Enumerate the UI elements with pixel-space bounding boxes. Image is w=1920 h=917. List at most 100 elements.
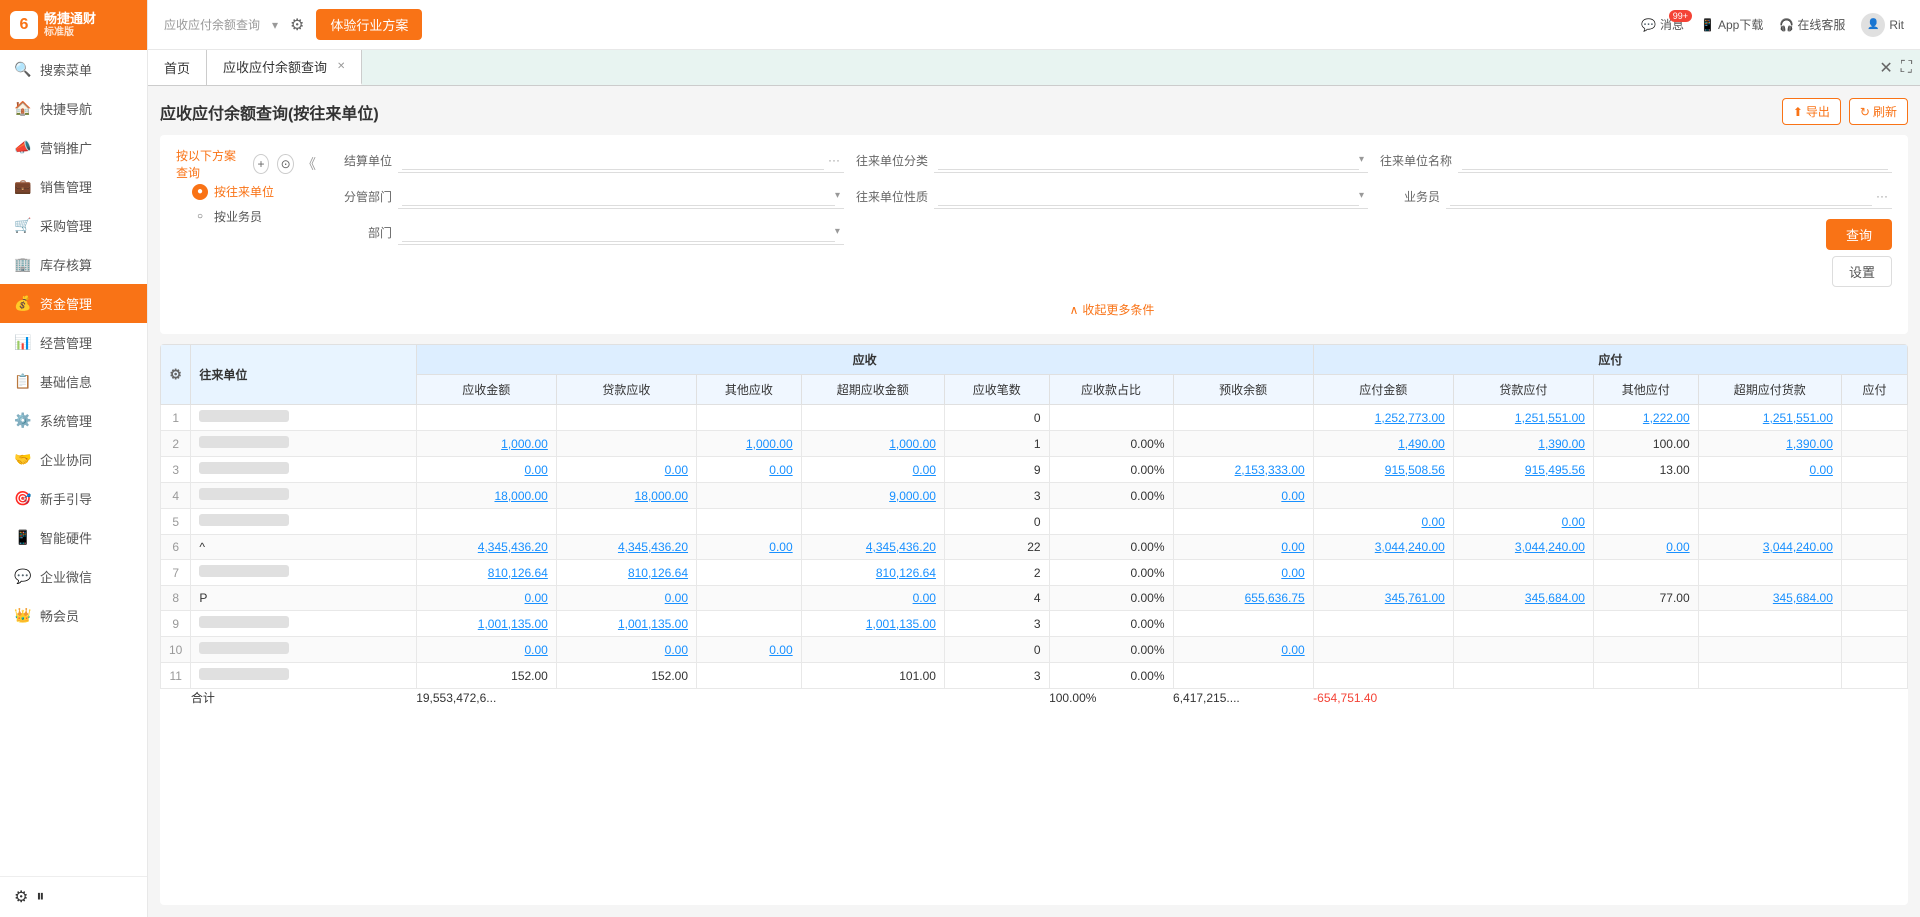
- cell-cqysje[interactable]: 1,001,135.00: [801, 611, 944, 637]
- topbar-gear[interactable]: ⚙: [290, 15, 304, 35]
- tab-expand-icon[interactable]: ⛶: [1901, 59, 1912, 77]
- dots-icon[interactable]: ···: [828, 153, 840, 167]
- cell-ysje[interactable]: 18,000.00: [416, 483, 556, 509]
- cell-ysye[interactable]: 2,153,333.00: [1173, 457, 1313, 483]
- cell-dkyf[interactable]: 915,495.56: [1453, 457, 1593, 483]
- table-gear-icon[interactable]: ⚙: [169, 366, 182, 382]
- sidebar-item-wechat[interactable]: 💬 企业微信: [0, 557, 147, 596]
- bumen-input[interactable]: [402, 221, 835, 242]
- topbar-service[interactable]: 🎧 在线客服: [1779, 16, 1845, 33]
- cell-dkys[interactable]: 0.00: [556, 637, 696, 663]
- settings-button[interactable]: 设置: [1832, 256, 1892, 287]
- cell-ysje[interactable]: 0.00: [416, 457, 556, 483]
- nav-by-unit[interactable]: ● 按往来单位: [184, 181, 316, 202]
- table-scroll[interactable]: ⚙ 往来单位 应收 应付 应收金额 贷款应收 其他应收 超期应收金额 应收笔数: [160, 344, 1908, 905]
- sidebar-item-operation[interactable]: 📊 经营管理: [0, 323, 147, 362]
- cell-ysje[interactable]: 4,345,436.20: [416, 535, 556, 560]
- sidebar-item-search[interactable]: 🔍 搜索菜单: [0, 50, 147, 89]
- chevron-down-icon[interactable]: ▾: [835, 226, 840, 237]
- query-button[interactable]: 查询: [1826, 219, 1892, 250]
- cell-qtys[interactable]: 0.00: [697, 535, 802, 560]
- cell-yfje[interactable]: 345,761.00: [1313, 586, 1453, 611]
- sidebar-item-quick-nav[interactable]: 🏠 快捷导航: [0, 89, 147, 128]
- filter-add-button[interactable]: +: [253, 154, 270, 174]
- topbar-user[interactable]: 👤 Rit: [1861, 13, 1904, 37]
- cell-cqyf[interactable]: 345,684.00: [1698, 586, 1841, 611]
- cell-dkys[interactable]: 18,000.00: [556, 483, 696, 509]
- cell-qtyf[interactable]: 0.00: [1593, 535, 1698, 560]
- cell-cqyf[interactable]: 0.00: [1698, 457, 1841, 483]
- refresh-button[interactable]: ↻ 刷新: [1849, 98, 1908, 125]
- sidebar-item-sales[interactable]: 💼 销售管理: [0, 167, 147, 206]
- cell-dkyf[interactable]: 1,251,551.00: [1453, 405, 1593, 431]
- cell-dkys[interactable]: 1,001,135.00: [556, 611, 696, 637]
- cell-cqyf[interactable]: 1,390.00: [1698, 431, 1841, 457]
- total-ysye[interactable]: 6,417,215....: [1173, 689, 1313, 707]
- sidebar-item-member[interactable]: 👑 畅会员: [0, 596, 147, 635]
- sidebar-item-marketing[interactable]: 📣 营销推广: [0, 128, 147, 167]
- dept-input[interactable]: [402, 185, 835, 206]
- cell-ysje[interactable]: 810,126.64: [416, 560, 556, 586]
- cell-cqysje[interactable]: 810,126.64: [801, 560, 944, 586]
- chevron-down-icon[interactable]: ▾: [1359, 154, 1364, 165]
- sidebar-item-system[interactable]: ⚙️ 系统管理: [0, 401, 147, 440]
- cell-qtys[interactable]: 0.00: [697, 637, 802, 663]
- filter-settings-icon[interactable]: ⊙: [277, 154, 294, 174]
- nav-by-salesman[interactable]: ○ 按业务员: [184, 206, 316, 227]
- cell-ysye[interactable]: 0.00: [1173, 483, 1313, 509]
- cell-dkys[interactable]: 4,345,436.20: [556, 535, 696, 560]
- settings-bottom-icon[interactable]: ⚙: [14, 887, 28, 907]
- sidebar-item-finance[interactable]: 💰 资金管理: [0, 284, 147, 323]
- cell-ysje[interactable]: 0.00: [416, 637, 556, 663]
- cell-yfje[interactable]: 3,044,240.00: [1313, 535, 1453, 560]
- cell-qtys[interactable]: 0.00: [697, 457, 802, 483]
- tab-home[interactable]: 首页: [148, 50, 207, 85]
- filter-expand-icon[interactable]: 《: [302, 154, 316, 174]
- tab-receivables[interactable]: 应收应付余额查询 ✕: [207, 50, 362, 85]
- cell-cqyf[interactable]: 3,044,240.00: [1698, 535, 1841, 560]
- cell-dkyf[interactable]: 0.00: [1453, 509, 1593, 535]
- sidebar-item-purchase[interactable]: 🛒 采购管理: [0, 206, 147, 245]
- total-ysje[interactable]: 19,553,472,6...: [416, 689, 556, 707]
- total-yfje[interactable]: -654,751.40: [1313, 689, 1453, 707]
- sidebar-item-smart-hw[interactable]: 📱 智能硬件: [0, 518, 147, 557]
- tab-close-icon[interactable]: ✕: [337, 61, 345, 72]
- tab-close-all-icon[interactable]: ✕: [1879, 58, 1892, 78]
- cell-yfje[interactable]: 1,490.00: [1313, 431, 1453, 457]
- topbar-chevron[interactable]: ▾: [272, 18, 278, 32]
- unit-nature-input[interactable]: [938, 185, 1359, 206]
- cell-ysje[interactable]: 1,000.00: [416, 431, 556, 457]
- cell-yfje[interactable]: 0.00: [1313, 509, 1453, 535]
- sidebar-item-inventory[interactable]: 🏢 库存核算: [0, 245, 147, 284]
- pause-icon[interactable]: ⏸: [36, 888, 44, 906]
- cell-dkyf[interactable]: 1,390.00: [1453, 431, 1593, 457]
- cell-cqysje[interactable]: 9,000.00: [801, 483, 944, 509]
- export-button[interactable]: ⬆ 导出: [1782, 98, 1841, 125]
- cell-cqysje[interactable]: 4,345,436.20: [801, 535, 944, 560]
- unit-category-input[interactable]: [938, 149, 1359, 170]
- sidebar-item-base-info[interactable]: 📋 基础信息: [0, 362, 147, 401]
- cell-yfje[interactable]: 1,252,773.00: [1313, 405, 1453, 431]
- chevron-down-icon[interactable]: ▾: [835, 190, 840, 201]
- cell-ysje[interactable]: 1,001,135.00: [416, 611, 556, 637]
- settlement-unit-input[interactable]: [402, 149, 824, 170]
- topbar-app-download[interactable]: 📱 App下载: [1700, 16, 1763, 33]
- cell-cqysje[interactable]: 0.00: [801, 586, 944, 611]
- unit-name-input[interactable]: [1462, 149, 1888, 170]
- dots-icon[interactable]: ···: [1876, 189, 1888, 203]
- cell-ysye[interactable]: 655,636.75: [1173, 586, 1313, 611]
- cell-dkyf[interactable]: 345,684.00: [1453, 586, 1593, 611]
- collapse-button[interactable]: ∧ 收起更多条件: [332, 297, 1892, 322]
- cell-cqysje[interactable]: 0.00: [801, 457, 944, 483]
- cell-dkys[interactable]: 0.00: [556, 586, 696, 611]
- cell-dkys[interactable]: 0.00: [556, 457, 696, 483]
- topbar-message[interactable]: 💬 消息 99+: [1641, 16, 1684, 33]
- sidebar-item-enterprise[interactable]: 🤝 企业协同: [0, 440, 147, 479]
- cell-ysye[interactable]: 0.00: [1173, 637, 1313, 663]
- cell-yfje[interactable]: 915,508.56: [1313, 457, 1453, 483]
- cell-cqysje[interactable]: 1,000.00: [801, 431, 944, 457]
- cell-dkyf[interactable]: 3,044,240.00: [1453, 535, 1593, 560]
- chevron-down-icon[interactable]: ▾: [1359, 190, 1364, 201]
- cell-ysye[interactable]: 0.00: [1173, 535, 1313, 560]
- cell-cqyf[interactable]: 1,251,551.00: [1698, 405, 1841, 431]
